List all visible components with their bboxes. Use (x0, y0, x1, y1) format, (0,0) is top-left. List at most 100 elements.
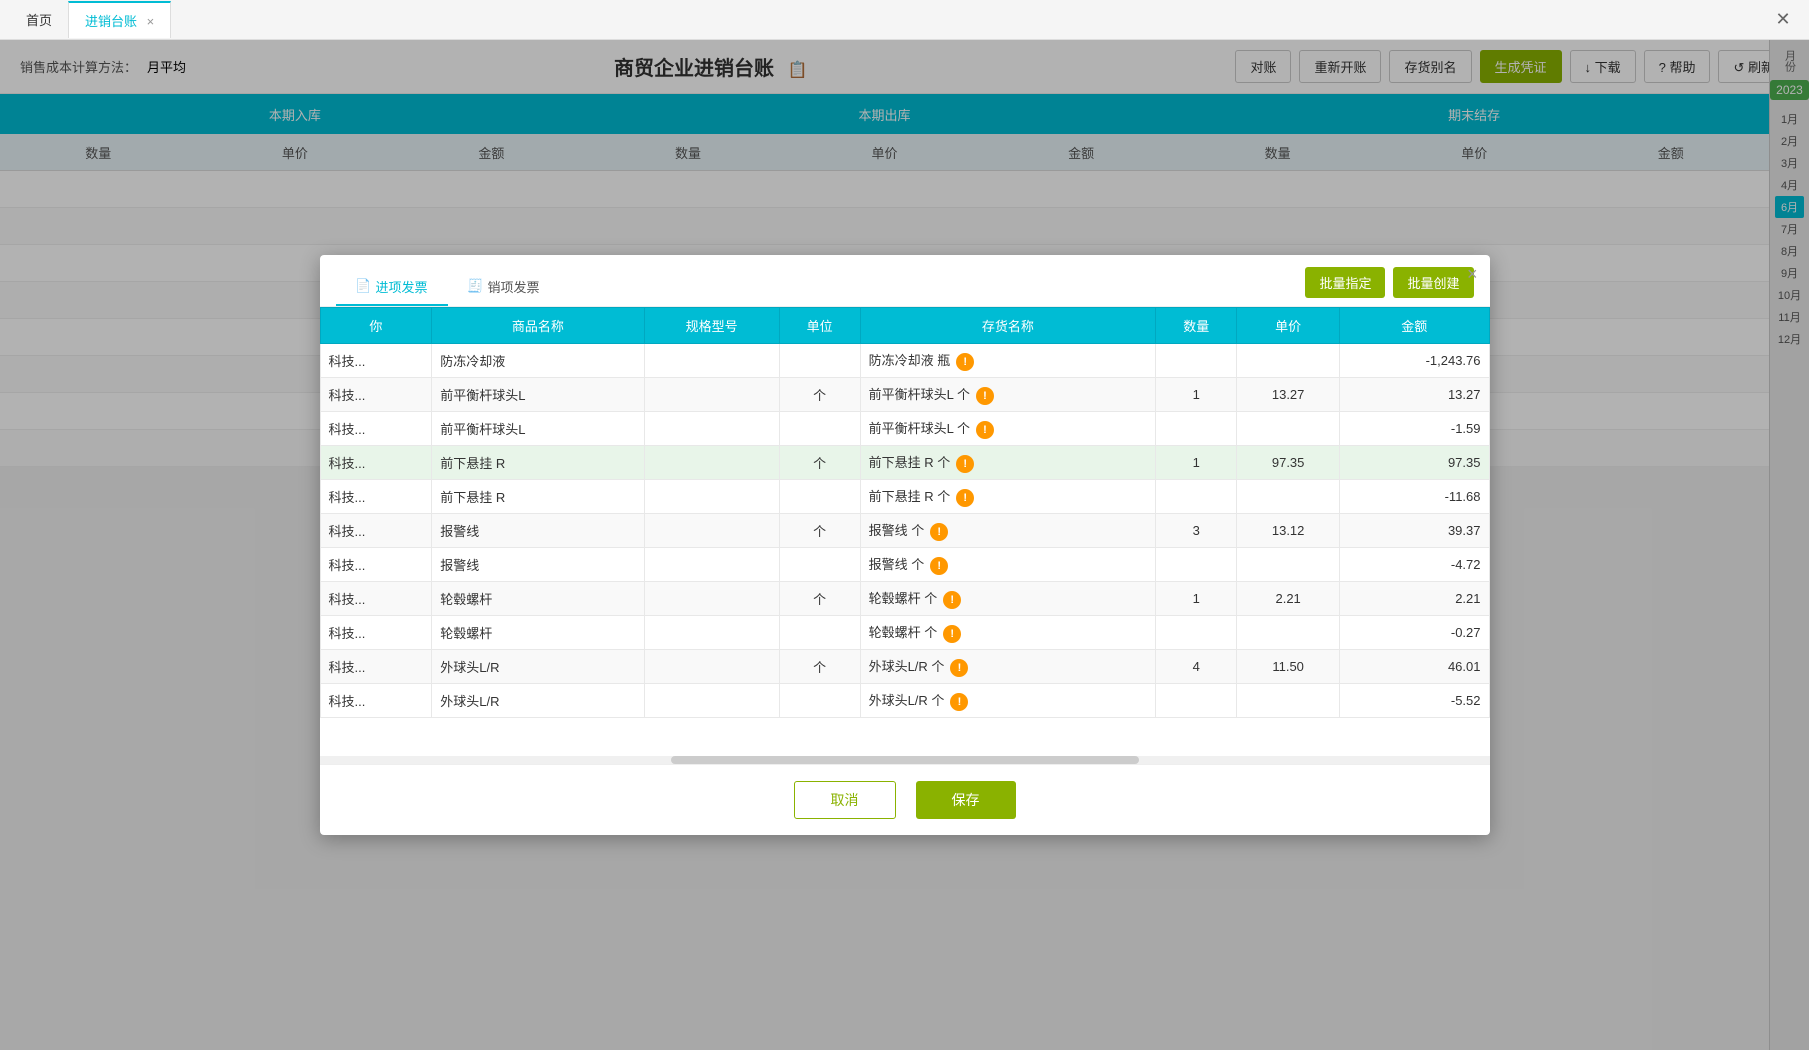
cell-2 (644, 412, 779, 446)
cell-2 (644, 378, 779, 412)
cell-1: 防冻冷却液 (432, 344, 644, 378)
table-row[interactable]: 科技...报警线个报警线 个!313.1239.37 (320, 514, 1489, 548)
modal-footer: 取消 保存 (320, 764, 1490, 835)
cell-6 (1237, 344, 1340, 378)
warning-icon[interactable]: ! (943, 625, 961, 643)
warning-icon[interactable]: ! (950, 693, 968, 711)
cell-1: 外球头L/R (432, 684, 644, 718)
table-row[interactable]: 科技...前平衡杆球头L个前平衡杆球头L 个!113.2713.27 (320, 378, 1489, 412)
cell-6 (1237, 684, 1340, 718)
inventory-name-cell: 前下悬挂 R 个! (860, 446, 1156, 480)
cell-7: 13.27 (1340, 378, 1489, 412)
horizontal-scrollbar[interactable] (320, 756, 1490, 764)
warning-icon[interactable]: ! (930, 557, 948, 575)
table-row[interactable]: 科技...轮毂螺杆个轮毂螺杆 个!12.212.21 (320, 582, 1489, 616)
cell-5 (1156, 548, 1237, 582)
cell-3 (779, 412, 860, 446)
table-row[interactable]: 科技...报警线 报警线 个! -4.72 (320, 548, 1489, 582)
cell-5 (1156, 480, 1237, 514)
cell-6: 2.21 (1237, 582, 1340, 616)
cell-6 (1237, 548, 1340, 582)
table-row[interactable]: 科技...前平衡杆球头L前平衡杆球头L 个!-1.59 (320, 412, 1489, 446)
batch-assign-button[interactable]: 批量指定 (1305, 267, 1385, 298)
cell-5: 1 (1156, 446, 1237, 480)
col-quantity: 数量 (1156, 308, 1237, 344)
cell-2 (644, 446, 779, 480)
cell-3 (779, 548, 860, 582)
cell-2 (644, 616, 779, 650)
col-product-name: 商品名称 (432, 308, 644, 344)
save-button[interactable]: 保存 (916, 781, 1016, 819)
table-row[interactable]: 科技...前下悬挂 R前下悬挂 R 个!-11.68 (320, 480, 1489, 514)
tab-close-icon[interactable]: × (147, 14, 155, 29)
cell-5 (1156, 412, 1237, 446)
cell-5 (1156, 684, 1237, 718)
inventory-name-cell: 前平衡杆球头L 个! (860, 412, 1156, 446)
cell-0: 科技... (320, 514, 432, 548)
inventory-name-cell: 防冻冷却液 瓶! (860, 344, 1156, 378)
cell-7: 2.21 (1340, 582, 1489, 616)
cell-0: 科技... (320, 446, 432, 480)
table-row[interactable]: 科技...前下悬挂 R个前下悬挂 R 个!197.3597.35 (320, 446, 1489, 480)
cell-5: 3 (1156, 514, 1237, 548)
cell-3: 个 (779, 650, 860, 684)
cell-2 (644, 582, 779, 616)
cell-7: -1,243.76 (1340, 344, 1489, 378)
modal-table-container[interactable]: 你 商品名称 规格型号 单位 存货名称 数量 单价 金额 科技...防冻冷却液防… (320, 307, 1490, 756)
cancel-button[interactable]: 取消 (794, 781, 896, 819)
scroll-thumb (671, 756, 1139, 764)
col-amount: 金额 (1340, 308, 1489, 344)
cell-0: 科技... (320, 616, 432, 650)
cell-6: 13.27 (1237, 378, 1340, 412)
cell-3: 个 (779, 446, 860, 480)
cell-5: 4 (1156, 650, 1237, 684)
modal-close-button[interactable]: × (1467, 265, 1478, 283)
cell-1: 前下悬挂 R (432, 446, 644, 480)
outgoing-tab-icon: 🧾 (468, 278, 484, 294)
cell-2 (644, 480, 779, 514)
table-row[interactable]: 科技...轮毂螺杆轮毂螺杆 个!-0.27 (320, 616, 1489, 650)
warning-icon[interactable]: ! (956, 455, 974, 473)
warning-icon[interactable]: ! (950, 659, 968, 677)
tab-ledger[interactable]: 进销台账 × (68, 1, 171, 38)
table-row[interactable]: 科技...外球头L/R外球头L/R 个!-5.52 (320, 684, 1489, 718)
cell-0: 科技... (320, 344, 432, 378)
tab-incoming-invoice[interactable]: 📄 进项发票 (336, 269, 448, 306)
warning-icon[interactable]: ! (956, 489, 974, 507)
warning-icon[interactable]: ! (930, 523, 948, 541)
col-spec: 规格型号 (644, 308, 779, 344)
window-close-button[interactable]: ✕ (1767, 4, 1799, 36)
cell-2 (644, 548, 779, 582)
cell-5: 1 (1156, 582, 1237, 616)
cell-2 (644, 514, 779, 548)
cell-1: 报警线 (432, 548, 644, 582)
cell-3 (779, 616, 860, 650)
modal-overlay: 📄 进项发票 🧾 销项发票 批量指定 批量创建 × (0, 40, 1809, 1050)
cell-7: -11.68 (1340, 480, 1489, 514)
tab-home[interactable]: 首页 (10, 2, 68, 37)
incoming-tab-icon: 📄 (356, 278, 372, 294)
inventory-name-cell: 报警线 个! (860, 514, 1156, 548)
cell-7: 97.35 (1340, 446, 1489, 480)
warning-icon[interactable]: ! (956, 353, 974, 371)
warning-icon[interactable]: ! (943, 591, 961, 609)
cell-6 (1237, 616, 1340, 650)
batch-create-button[interactable]: 批量创建 (1393, 267, 1473, 298)
table-row[interactable]: 科技...外球头L/R个外球头L/R 个!411.5046.01 (320, 650, 1489, 684)
cell-0: 科技... (320, 650, 432, 684)
cell-2 (644, 650, 779, 684)
cell-0: 科技... (320, 480, 432, 514)
cell-5: 1 (1156, 378, 1237, 412)
inventory-name-cell: 报警线 个! (860, 548, 1156, 582)
invoice-table: 你 商品名称 规格型号 单位 存货名称 数量 单价 金额 科技...防冻冷却液防… (320, 307, 1490, 718)
table-row[interactable]: 科技...防冻冷却液 防冻冷却液 瓶! -1,243.76 (320, 344, 1489, 378)
warning-icon[interactable]: ! (976, 421, 994, 439)
col-unit-price: 单价 (1237, 308, 1340, 344)
cell-1: 前平衡杆球头L (432, 412, 644, 446)
cell-7: -4.72 (1340, 548, 1489, 582)
cell-7: 46.01 (1340, 650, 1489, 684)
inventory-name-cell: 外球头L/R 个! (860, 684, 1156, 718)
warning-icon[interactable]: ! (976, 387, 994, 405)
tab-outgoing-invoice[interactable]: 🧾 销项发票 (448, 269, 560, 306)
cell-0: 科技... (320, 548, 432, 582)
